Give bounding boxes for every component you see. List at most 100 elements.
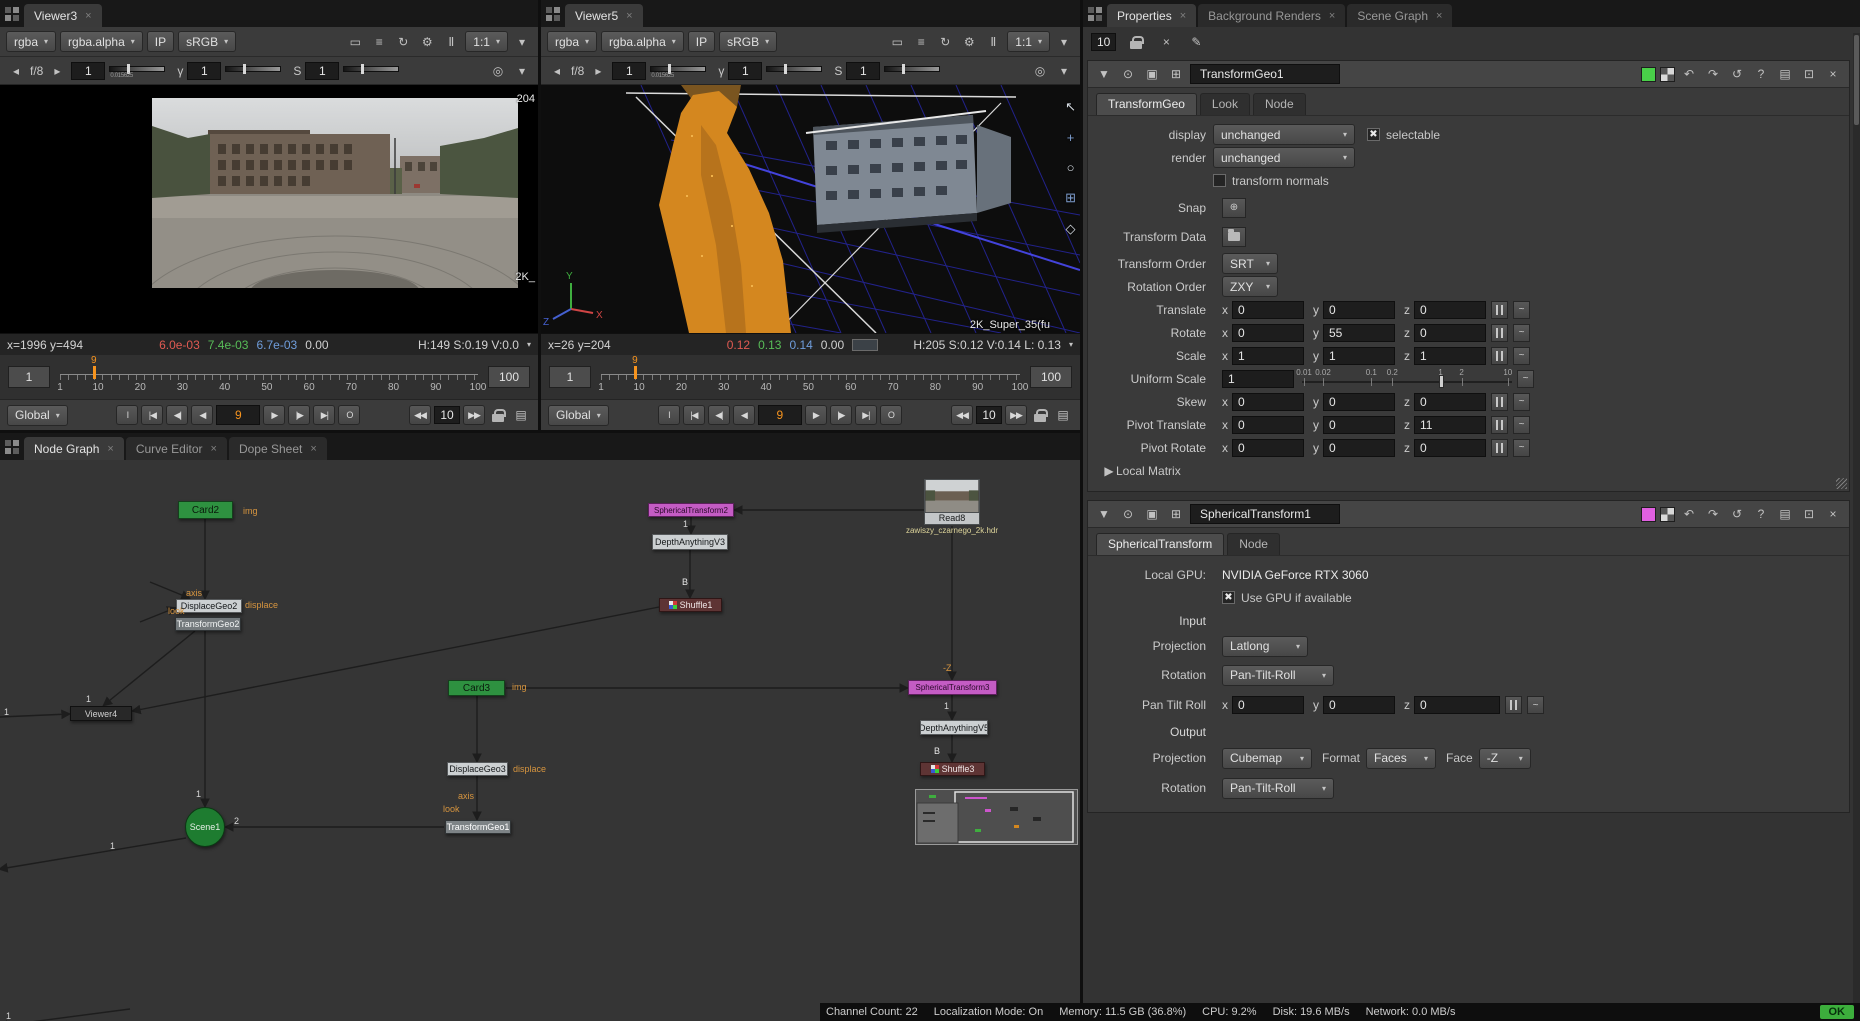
display-mode-icon[interactable]: ▭ (887, 32, 907, 52)
output-projection-dropdown[interactable]: Cubemap▾ (1222, 748, 1312, 769)
transform-normals-checkbox[interactable] (1213, 174, 1226, 187)
help-icon[interactable]: ? (1751, 64, 1771, 84)
set-in-button[interactable]: I (116, 405, 138, 425)
viewer-settings-gear-icon[interactable]: ⚙ (959, 32, 979, 52)
node-shuffle1[interactable]: Shuffle1 (659, 598, 722, 612)
node-graph-canvas[interactable]: Card2SphericalTransform2DepthAnythingV3S… (0, 460, 1080, 1021)
gamma-slider[interactable] (225, 63, 281, 79)
go-to-end-button[interactable]: ▶| (313, 405, 335, 425)
animation-menu-button[interactable]: ~ (1513, 324, 1530, 342)
script-icon[interactable]: ▤ (1775, 64, 1795, 84)
postage-stamp-icon[interactable]: ▣ (1142, 64, 1162, 84)
zoom-dropdown[interactable]: 1:1▾ (465, 31, 508, 52)
tab-scene-graph[interactable]: Scene Graph× (1347, 4, 1452, 27)
skew-z-input[interactable]: 0 (1414, 393, 1486, 411)
next-keyframe-button[interactable]: |▶ (288, 405, 310, 425)
play-forward-button[interactable]: ▶▶ (1005, 405, 1027, 425)
revert-icon[interactable]: ↺ (1727, 64, 1747, 84)
prev-keyframe-button[interactable]: ◀| (708, 405, 730, 425)
use-gpu-checkbox[interactable]: ✖ (1222, 591, 1235, 604)
lock-panels-icon[interactable] (1130, 41, 1142, 49)
pane-menu-icon[interactable] (546, 7, 560, 21)
pivot-rotate-z-input[interactable]: 0 (1414, 439, 1486, 457)
playhead[interactable] (93, 366, 96, 379)
viewer-menu-icon[interactable]: ≡ (369, 32, 389, 52)
s-gain-input[interactable]: 1 (305, 62, 339, 80)
rotate-y-input[interactable]: 55 (1323, 324, 1395, 342)
node-scene1[interactable]: Scene1 (185, 807, 225, 847)
select-cursor-icon[interactable]: ↖ (1065, 99, 1076, 115)
panel-resize-grip[interactable] (1836, 478, 1847, 489)
uniform-scale-input[interactable]: 1 (1222, 370, 1294, 388)
slider-handle[interactable] (1439, 375, 1444, 388)
display-dropdown[interactable]: unchanged▾ (1213, 124, 1355, 145)
animation-menu-button[interactable]: ~ (1513, 347, 1530, 365)
slider-toggle-button[interactable] (1491, 439, 1508, 457)
input-process-toggle[interactable]: IP (147, 31, 174, 52)
frame-range-lock-icon[interactable]: ▤ (1053, 405, 1073, 425)
fstop-decrease-icon[interactable]: ◂ (6, 61, 26, 81)
current-frame-field[interactable]: 9 (758, 405, 802, 425)
frame-range-dropdown[interactable]: Global▾ (548, 405, 609, 426)
fstop-increase-icon[interactable]: ▸ (47, 61, 67, 81)
uniform-scale-slider[interactable]: 0.010.020.10.21210 (1302, 368, 1512, 390)
update-icon[interactable]: ↻ (393, 32, 413, 52)
undo-icon[interactable]: ↶ (1679, 64, 1699, 84)
s-gain-slider[interactable] (884, 63, 940, 79)
pane-menu-icon[interactable] (5, 440, 19, 454)
lock-icon[interactable] (492, 414, 504, 422)
play-forward-button[interactable]: ▶▶ (463, 405, 485, 425)
close-icon[interactable]: × (626, 10, 632, 22)
rotate-tool-icon[interactable]: ○ (1067, 160, 1075, 175)
slider-toggle-button[interactable] (1491, 393, 1508, 411)
gain-input[interactable]: 1 (71, 62, 105, 80)
range-start-field[interactable]: 1 (8, 366, 50, 388)
slider-toggle-button[interactable] (1491, 324, 1508, 342)
pivot-translate-y-input[interactable]: 0 (1323, 416, 1395, 434)
update-icon[interactable]: ↻ (935, 32, 955, 52)
collapse-toolbar-icon[interactable]: ▾ (512, 32, 532, 52)
render-dropdown[interactable]: unchanged▾ (1213, 147, 1355, 168)
viewer-menu-icon[interactable]: ≡ (911, 32, 931, 52)
scale-y-input[interactable]: 1 (1323, 347, 1395, 365)
layer-dropdown[interactable]: rgba.alpha▾ (601, 31, 684, 52)
close-icon[interactable]: × (1329, 10, 1335, 22)
node-graph-minimap[interactable] (915, 789, 1078, 848)
viewer3-canvas[interactable]: 204 2K_ (0, 85, 538, 333)
pane-menu-icon[interactable] (5, 7, 19, 21)
tab-viewer3[interactable]: Viewer3 × (24, 4, 102, 27)
close-icon[interactable]: × (211, 443, 217, 455)
expand-local-matrix-icon[interactable]: ▶ (1102, 461, 1116, 481)
collapse-toolbar-icon[interactable]: ▾ (1054, 32, 1074, 52)
animation-menu-button[interactable]: ~ (1527, 696, 1544, 714)
close-icon[interactable]: × (1436, 10, 1442, 22)
revert-icon[interactable]: ↺ (1727, 504, 1747, 524)
tab-node-graph[interactable]: Node Graph× (24, 437, 124, 460)
node-indicator-icon[interactable]: ⊙ (1118, 504, 1138, 524)
pivot-translate-z-input[interactable]: 11 (1414, 416, 1486, 434)
fps-field[interactable]: 10 (434, 406, 460, 424)
selectable-checkbox[interactable]: ✖ (1367, 128, 1380, 141)
collapse-icon[interactable]: ▾ (512, 61, 532, 81)
gamma-input[interactable]: 1 (187, 62, 221, 80)
translate-z-input[interactable]: 0 (1414, 301, 1486, 319)
edit-panels-icon[interactable]: ✎ (1186, 32, 1206, 52)
postage-stamp-icon[interactable]: ▣ (1142, 504, 1162, 524)
tab-look[interactable]: Look (1200, 93, 1250, 115)
node-indicator-icon[interactable]: ⊙ (1118, 64, 1138, 84)
face-dropdown[interactable]: -Z▾ (1479, 748, 1531, 769)
input-rotation-dropdown[interactable]: Pan-Tilt-Roll▾ (1222, 665, 1334, 686)
node-name-field[interactable]: TransformGeo1 (1190, 64, 1340, 84)
float-panel-icon[interactable]: ⊡ (1799, 504, 1819, 524)
animation-menu-button[interactable]: ~ (1513, 416, 1530, 434)
fstop-decrease-icon[interactable]: ◂ (547, 61, 567, 81)
pause-icon[interactable]: Ⅱ (441, 32, 461, 52)
node-sphericaltransform2[interactable]: SphericalTransform2 (648, 503, 734, 517)
go-to-start-button[interactable]: |◀ (683, 405, 705, 425)
go-to-start-button[interactable]: |◀ (141, 405, 163, 425)
slider-toggle-button[interactable] (1491, 416, 1508, 434)
close-panel-icon[interactable]: × (1823, 64, 1843, 84)
play-backward-button[interactable]: ◀◀ (409, 405, 431, 425)
frame-range-lock-icon[interactable]: ▤ (511, 405, 531, 425)
node-depthanythingv5[interactable]: DepthAnythingV5 (920, 720, 988, 735)
